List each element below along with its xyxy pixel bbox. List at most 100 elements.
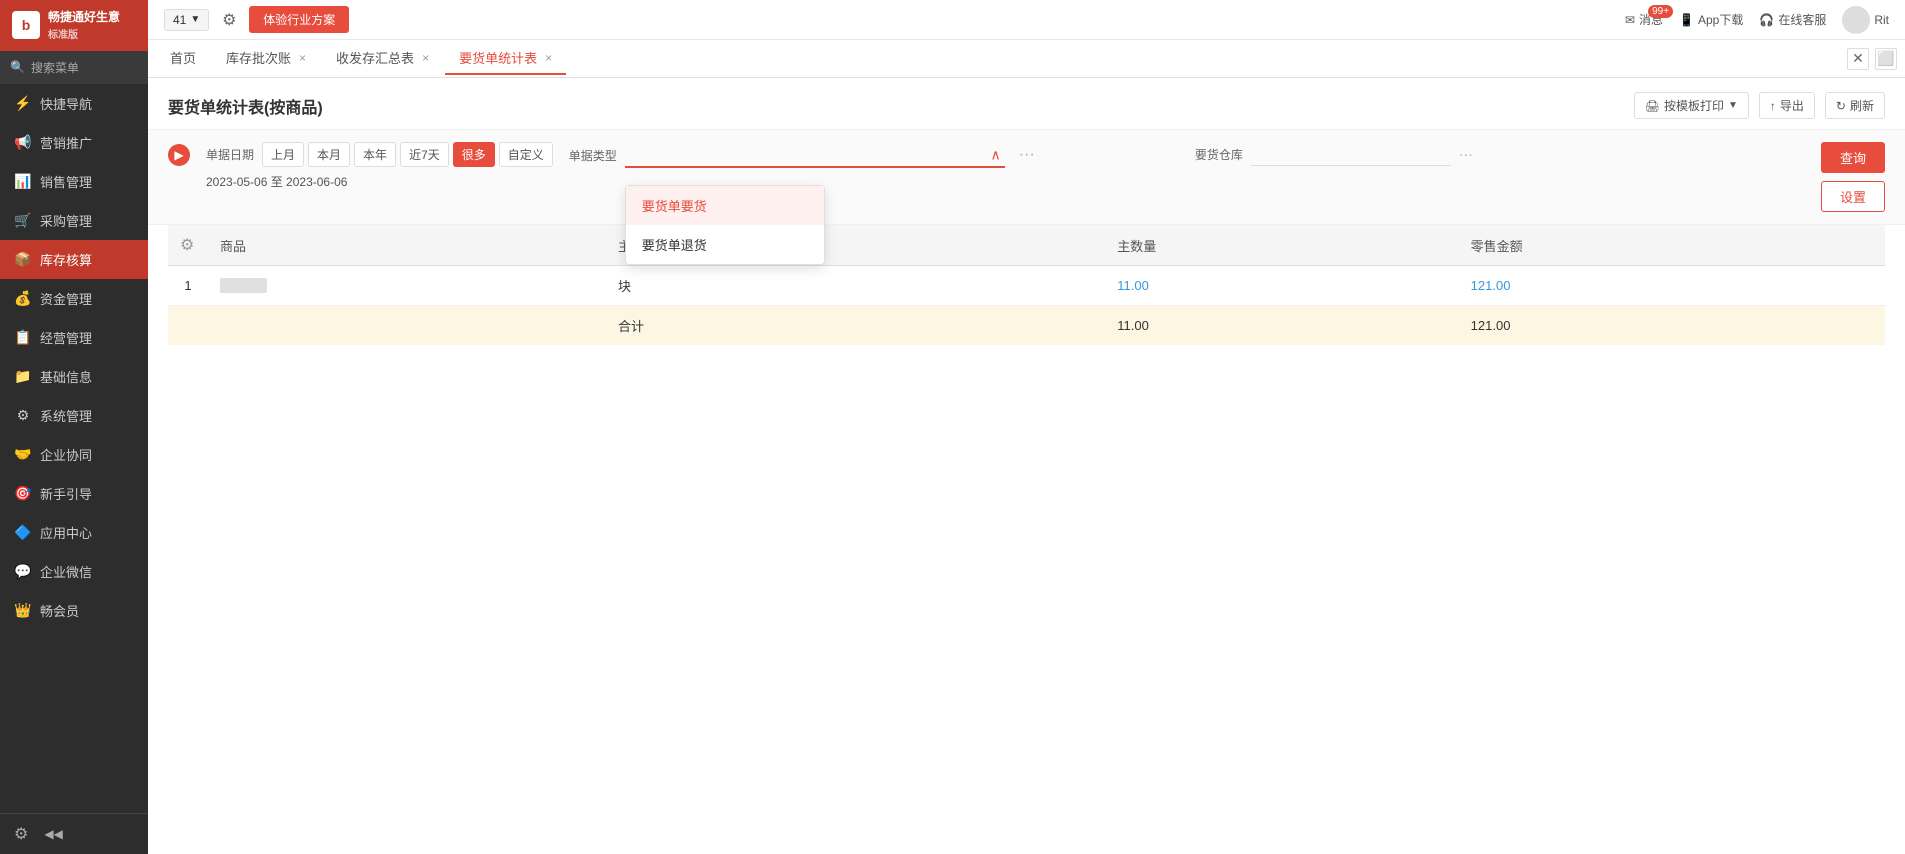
inventory-icon: 📦 — [14, 250, 32, 268]
tab-order-stats-close[interactable]: × — [545, 51, 552, 65]
tabbar: 首页 库存批次账 × 收发存汇总表 × 要货单统计表 × ✕ ⬜ — [148, 40, 1905, 78]
industry-button[interactable]: 体验行业方案 — [249, 6, 349, 33]
tab-expand-button[interactable]: ⬜ — [1875, 48, 1897, 70]
user-profile[interactable]: Rit — [1842, 6, 1889, 34]
tab-order-stats[interactable]: 要货单统计表 × — [445, 42, 566, 75]
row-product — [208, 266, 606, 306]
store-name: 41 — [173, 13, 186, 27]
print-icon: 🖨 — [1645, 99, 1660, 113]
col-quantity: 主数量 — [1105, 225, 1458, 266]
sidebar-item-basic[interactable]: 📁 基础信息 — [0, 357, 148, 396]
col-settings: ⚙ — [168, 225, 208, 266]
topbar-right: ✉ 消息 99+ 📱 App下载 🎧 在线客服 Rit — [1625, 6, 1889, 34]
sidebar-item-app-center[interactable]: 🔷 应用中心 — [0, 513, 148, 552]
sidebar-item-wechat[interactable]: 💬 企业微信 — [0, 552, 148, 591]
table-header: ⚙ 商品 主计量单位 主数量 零售金额 — [168, 225, 1885, 266]
date-btn-this-year[interactable]: 本年 — [354, 142, 396, 167]
online-service-item[interactable]: 🎧 在线客服 — [1759, 11, 1826, 28]
type-option-return[interactable]: 要货单退货 — [626, 225, 824, 264]
date-btn-last-month[interactable]: 上月 — [262, 142, 304, 167]
date-btn-last-7[interactable]: 近7天 — [400, 142, 449, 167]
date-filter-row: 单据日期 上月 本月 本年 近7天 很多 自定义 — [206, 142, 553, 167]
col-product: 商品 — [208, 225, 606, 266]
type-filter-group: 单据类型 ∧ 要货单要货 要货单退货 ··· — [569, 142, 1179, 168]
purchase-icon: 🛒 — [14, 211, 32, 229]
online-service-label: 在线客服 — [1778, 11, 1826, 28]
topbar-settings-icon[interactable]: ⚙ — [217, 8, 241, 32]
tab-close-all-button[interactable]: ✕ — [1847, 48, 1869, 70]
wechat-icon: 💬 — [14, 562, 32, 580]
filter-bar: ▶ 单据日期 上月 本月 本年 近7天 很多 自定义 — [148, 130, 1905, 225]
basic-icon: 📁 — [14, 367, 32, 385]
page-actions: 🖨 按模板打印 ▼ ↑ 导出 ↻ 刷新 — [1634, 92, 1885, 119]
sidebar-item-label: 资金管理 — [40, 289, 92, 308]
sidebar-item-enterprise[interactable]: 🤝 企业协同 — [0, 435, 148, 474]
sidebar-item-marketing[interactable]: 📢 营销推广 — [0, 123, 148, 162]
date-filter-group: 单据日期 上月 本月 本年 近7天 很多 自定义 2023-05-06 至 20… — [206, 142, 553, 190]
message-badge: 99+ — [1648, 5, 1673, 18]
tab-batch-inventory-close[interactable]: × — [299, 51, 306, 65]
sidebar-settings-icon[interactable]: ⚙ — [14, 824, 28, 844]
warehouse-label: 要货仓库 — [1195, 146, 1243, 163]
quick-nav-icon: ⚡ — [14, 94, 32, 112]
tab-collect-summary-close[interactable]: × — [422, 51, 429, 65]
product-name-blurred — [220, 278, 267, 293]
search-label: 搜索菜单 — [31, 59, 79, 76]
warehouse-input[interactable] — [1251, 142, 1451, 166]
tab-home[interactable]: 首页 — [156, 42, 210, 75]
refresh-button[interactable]: ↻ 刷新 — [1825, 92, 1885, 119]
date-btn-custom[interactable]: 自定义 — [499, 142, 553, 167]
type-filter-label: 单据类型 — [569, 147, 617, 164]
column-settings-icon[interactable]: ⚙ — [180, 237, 194, 254]
filter-expand-button[interactable]: ▶ — [168, 144, 190, 166]
warehouse-more-dots[interactable]: ··· — [1459, 146, 1473, 162]
sidebar-header: b 畅捷通好生意 标准版 — [0, 0, 148, 51]
col-amount: 零售金额 — [1459, 225, 1885, 266]
sidebar-item-sales[interactable]: 📊 销售管理 — [0, 162, 148, 201]
sidebar-item-label: 新手引导 — [40, 484, 92, 503]
row-amount-link[interactable]: 121.00 — [1471, 278, 1511, 293]
store-selector[interactable]: 41 ▼ — [164, 9, 209, 31]
app-edition: 标准版 — [48, 26, 120, 41]
date-btn-more[interactable]: 很多 — [453, 142, 495, 167]
warehouse-filter-group: 要货仓库 ··· — [1195, 142, 1805, 166]
sidebar-collapse-button[interactable]: ◀◀ — [44, 827, 62, 841]
sidebar-search[interactable]: 🔍 搜索菜单 — [0, 51, 148, 84]
total-label — [208, 306, 606, 346]
row-quantity-link[interactable]: 11.00 — [1117, 278, 1149, 293]
messages-item[interactable]: ✉ 消息 99+ — [1625, 11, 1663, 28]
type-select-input[interactable] — [625, 143, 1005, 168]
sidebar-item-member[interactable]: 👑 畅会员 — [0, 591, 148, 630]
sidebar-nav: ⚡ 快捷导航 📢 营销推广 📊 销售管理 🛒 采购管理 📦 库存核算 💰 资金管… — [0, 84, 148, 813]
set-button[interactable]: 设置 — [1821, 181, 1885, 212]
export-button[interactable]: ↑ 导出 — [1759, 92, 1815, 119]
sidebar-item-guide[interactable]: 🎯 新手引导 — [0, 474, 148, 513]
table-row: 1 块 11.00 121.00 — [168, 266, 1885, 306]
tab-batch-inventory[interactable]: 库存批次账 × — [212, 42, 320, 75]
table-footer: 合计 11.00 121.00 — [168, 306, 1885, 346]
user-name: Rit — [1874, 13, 1889, 27]
topbar: 41 ▼ ⚙ 体验行业方案 ✉ 消息 99+ 📱 App下载 🎧 在 — [148, 0, 1905, 40]
sidebar-item-label: 系统管理 — [40, 406, 92, 425]
query-button[interactable]: 查询 — [1821, 142, 1885, 173]
sidebar-item-label: 销售管理 — [40, 172, 92, 191]
tab-collect-summary[interactable]: 收发存汇总表 × — [322, 42, 443, 75]
app-download-item[interactable]: 📱 App下载 — [1679, 11, 1743, 28]
sidebar-item-inventory[interactable]: 📦 库存核算 — [0, 240, 148, 279]
tab-home-label: 首页 — [170, 48, 196, 67]
type-option-order[interactable]: 要货单要货 — [626, 186, 824, 225]
sidebar-item-system[interactable]: ⚙ 系统管理 — [0, 396, 148, 435]
guide-icon: 🎯 — [14, 484, 32, 502]
date-btn-this-month[interactable]: 本月 — [308, 142, 350, 167]
sidebar-item-operations[interactable]: 📋 经营管理 — [0, 318, 148, 357]
table-body: 1 块 11.00 121.00 — [168, 266, 1885, 306]
type-select-arrow[interactable]: ∧ — [991, 147, 1001, 164]
app-download-label: App下载 — [1698, 11, 1743, 28]
page-header: 要货单统计表(按商品) 🖨 按模板打印 ▼ ↑ 导出 ↻ 刷新 — [148, 78, 1905, 130]
sidebar-item-finance[interactable]: 💰 资金管理 — [0, 279, 148, 318]
sidebar-item-quick-nav[interactable]: ⚡ 快捷导航 — [0, 84, 148, 123]
type-more-dots[interactable]: ··· — [1013, 142, 1041, 168]
total-label-text: 合计 — [606, 306, 1105, 346]
sidebar-item-purchase[interactable]: 🛒 采购管理 — [0, 201, 148, 240]
print-button[interactable]: 🖨 按模板打印 ▼ — [1634, 92, 1749, 119]
